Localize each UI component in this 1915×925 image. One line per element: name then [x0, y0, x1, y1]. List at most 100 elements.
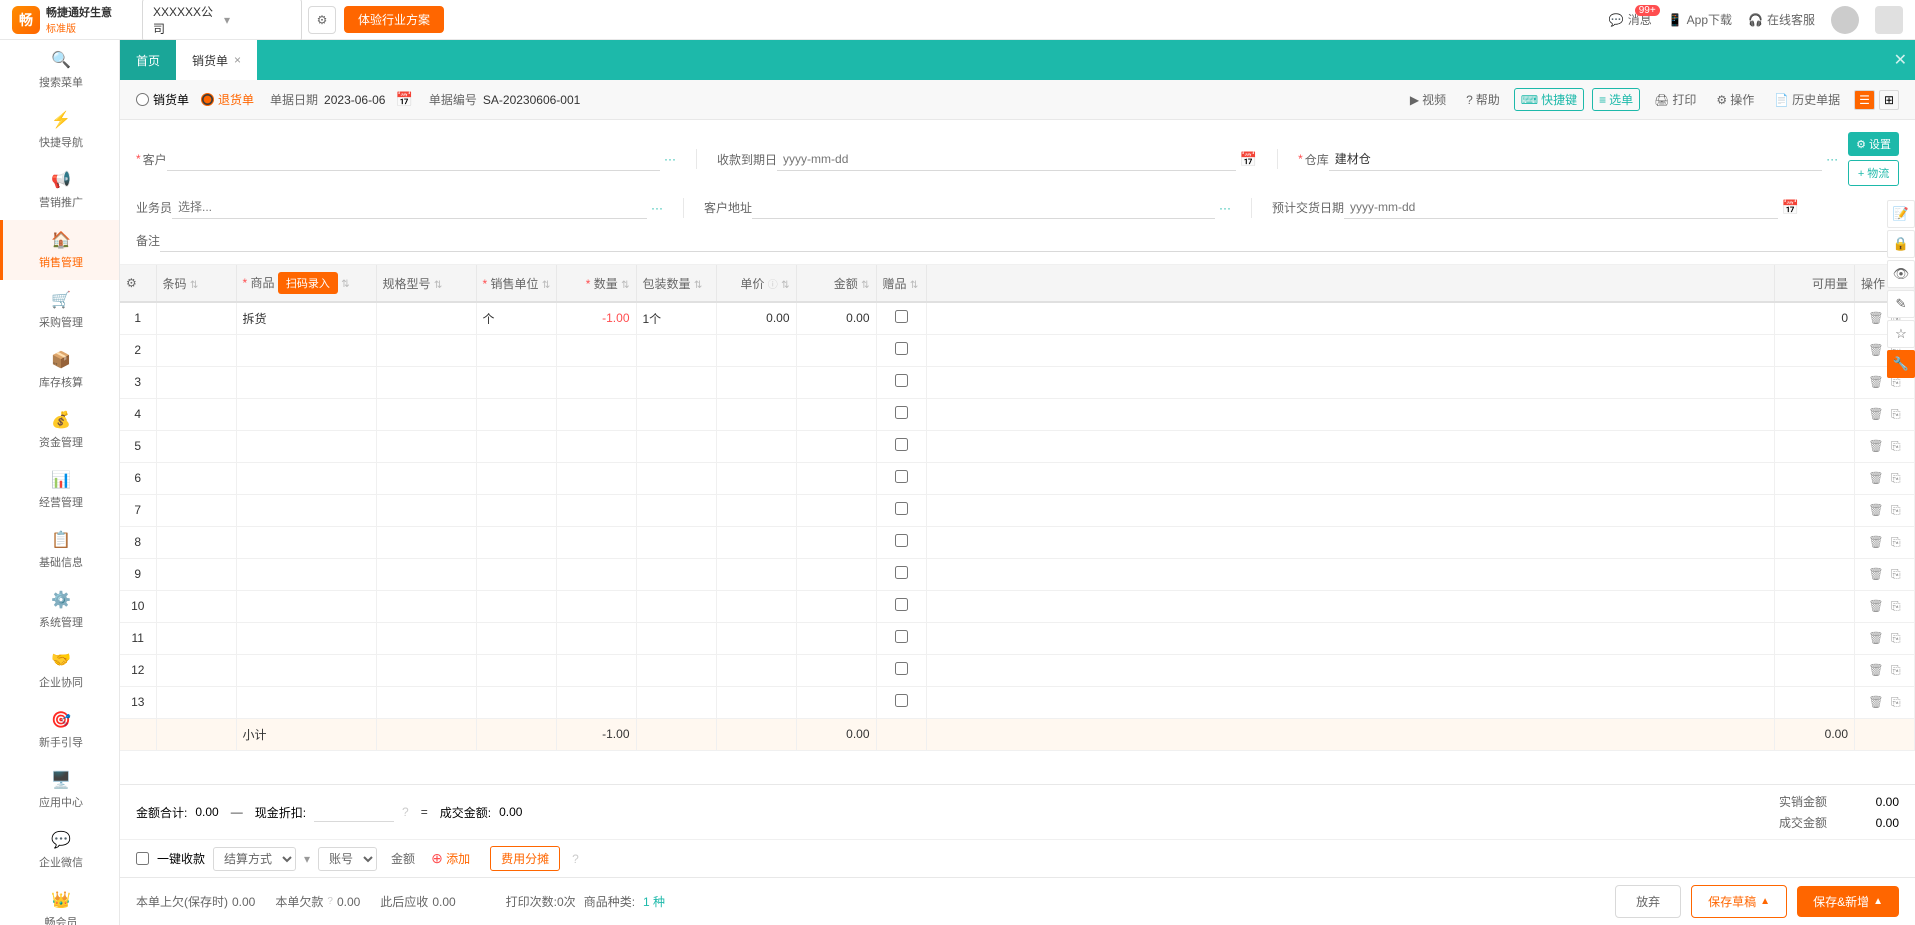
cell-spec[interactable]: [376, 334, 476, 366]
settlement-method-select[interactable]: 结算方式: [213, 847, 296, 871]
gift-checkbox[interactable]: [895, 470, 908, 483]
sidebar-item-sales[interactable]: 🏠 销售管理: [0, 220, 119, 280]
sidebar-item-quicknav[interactable]: ⚡ 快捷导航: [0, 100, 119, 160]
cell-unit[interactable]: [476, 654, 556, 686]
right-float-lock-button[interactable]: 🔒: [1887, 230, 1915, 258]
cell-amount[interactable]: [796, 494, 876, 526]
cell-unit[interactable]: [476, 334, 556, 366]
cell-gift[interactable]: [876, 590, 926, 622]
delete-row-button[interactable]: 🗑: [1868, 599, 1883, 613]
cell-product[interactable]: 拆货: [236, 302, 376, 334]
cell-price[interactable]: [716, 622, 796, 654]
barcode-input[interactable]: [163, 631, 230, 645]
cell-price[interactable]: [716, 494, 796, 526]
close-window-button[interactable]: ✕: [1894, 50, 1907, 70]
cell-product[interactable]: [236, 494, 376, 526]
delete-row-button[interactable]: 🗑: [1868, 439, 1883, 453]
cell-spec[interactable]: [376, 494, 476, 526]
cell-unit[interactable]: [476, 366, 556, 398]
cell-note[interactable]: [926, 366, 1775, 398]
cell-spec[interactable]: [376, 558, 476, 590]
cell-price[interactable]: [716, 462, 796, 494]
cell-note[interactable]: [926, 558, 1775, 590]
cell-product[interactable]: [236, 622, 376, 654]
cell-barcode[interactable]: [156, 334, 236, 366]
cell-amount[interactable]: [796, 366, 876, 398]
cell-amount[interactable]: [796, 462, 876, 494]
barcode-input[interactable]: [163, 439, 230, 453]
cell-barcode[interactable]: [156, 462, 236, 494]
delete-row-button[interactable]: 🗑: [1868, 471, 1883, 485]
salesperson-picker-button[interactable]: ···: [651, 201, 663, 215]
gift-checkbox[interactable]: [895, 374, 908, 387]
cell-barcode[interactable]: [156, 430, 236, 462]
cell-unit[interactable]: [476, 430, 556, 462]
salesperson-input[interactable]: [172, 196, 647, 219]
cell-spec[interactable]: [376, 302, 476, 334]
save-draft-button[interactable]: 保存草稿 ▲: [1691, 885, 1787, 918]
cell-pkgqty[interactable]: [636, 430, 716, 462]
trial-button[interactable]: 体验行业方案: [344, 6, 444, 33]
cell-unit[interactable]: [476, 622, 556, 654]
cell-pkgqty[interactable]: [636, 590, 716, 622]
cell-spec[interactable]: [376, 526, 476, 558]
cell-product[interactable]: [236, 686, 376, 718]
right-float-notes-button[interactable]: 📝: [1887, 200, 1915, 228]
barcode-input[interactable]: [163, 599, 230, 613]
delete-row-button[interactable]: 🗑: [1868, 375, 1883, 389]
expected-delivery-input[interactable]: [1344, 196, 1778, 219]
cell-pkgqty[interactable]: 1个: [636, 302, 716, 334]
copy-row-button[interactable]: ⎘: [1891, 471, 1901, 485]
cell-qty[interactable]: [556, 494, 636, 526]
barcode-input[interactable]: [163, 375, 230, 389]
cell-qty[interactable]: [556, 558, 636, 590]
cell-qty[interactable]: -1.00: [556, 302, 636, 334]
right-float-tool-button[interactable]: 🔧: [1887, 350, 1915, 378]
barcode-input[interactable]: [163, 407, 230, 421]
cell-product[interactable]: [236, 462, 376, 494]
online-service-button[interactable]: 🎧 在线客服: [1748, 11, 1815, 28]
cell-price[interactable]: [716, 430, 796, 462]
cell-spec[interactable]: [376, 654, 476, 686]
warehouse-picker-button[interactable]: ···: [1826, 152, 1838, 166]
cell-spec[interactable]: [376, 622, 476, 654]
cell-gift[interactable]: [876, 430, 926, 462]
settings-icon[interactable]: ⚙: [126, 276, 137, 290]
delete-row-button[interactable]: 🗑: [1868, 663, 1883, 677]
cell-unit[interactable]: [476, 462, 556, 494]
cell-pkgqty[interactable]: [636, 462, 716, 494]
cell-product[interactable]: [236, 334, 376, 366]
cell-barcode[interactable]: [156, 590, 236, 622]
cell-pkgqty[interactable]: [636, 654, 716, 686]
delete-row-button[interactable]: 🗑: [1868, 503, 1883, 517]
cell-pkgqty[interactable]: [636, 398, 716, 430]
sidebar-item-system[interactable]: ⚙️ 系统管理: [0, 580, 119, 640]
cell-gift[interactable]: [876, 526, 926, 558]
cell-price[interactable]: [716, 558, 796, 590]
cell-spec[interactable]: [376, 590, 476, 622]
account-select[interactable]: 账号: [318, 847, 377, 871]
company-selector[interactable]: XXXXXX公司 ▾: [142, 0, 302, 42]
cell-note[interactable]: [926, 462, 1775, 494]
sidebar-item-collab[interactable]: 🤝 企业协同: [0, 640, 119, 700]
tab-close-button[interactable]: ×: [234, 53, 241, 67]
copy-row-button[interactable]: ⎘: [1891, 567, 1901, 581]
customer-input[interactable]: [167, 148, 660, 171]
cell-gift[interactable]: [876, 398, 926, 430]
barcode-input[interactable]: [163, 535, 230, 549]
cell-price[interactable]: [716, 366, 796, 398]
cell-amount[interactable]: [796, 654, 876, 686]
settings-gear-button[interactable]: ⚙: [308, 6, 336, 34]
sidebar-item-operation[interactable]: 📊 经营管理: [0, 460, 119, 520]
delete-row-button[interactable]: 🗑: [1868, 695, 1883, 709]
help-button[interactable]: ? 帮助: [1460, 89, 1506, 110]
sidebar-item-inventory[interactable]: 📦 库存核算: [0, 340, 119, 400]
cell-spec[interactable]: [376, 366, 476, 398]
operation-button[interactable]: ⚙ 操作: [1710, 89, 1760, 110]
gift-checkbox[interactable]: [895, 630, 908, 643]
app-download-button[interactable]: 📱 App下载: [1668, 11, 1732, 28]
cell-barcode[interactable]: [156, 302, 236, 334]
cell-price[interactable]: [716, 334, 796, 366]
abandon-button[interactable]: 放弃: [1615, 885, 1681, 918]
radio-sales-order[interactable]: 销货单: [136, 91, 189, 108]
